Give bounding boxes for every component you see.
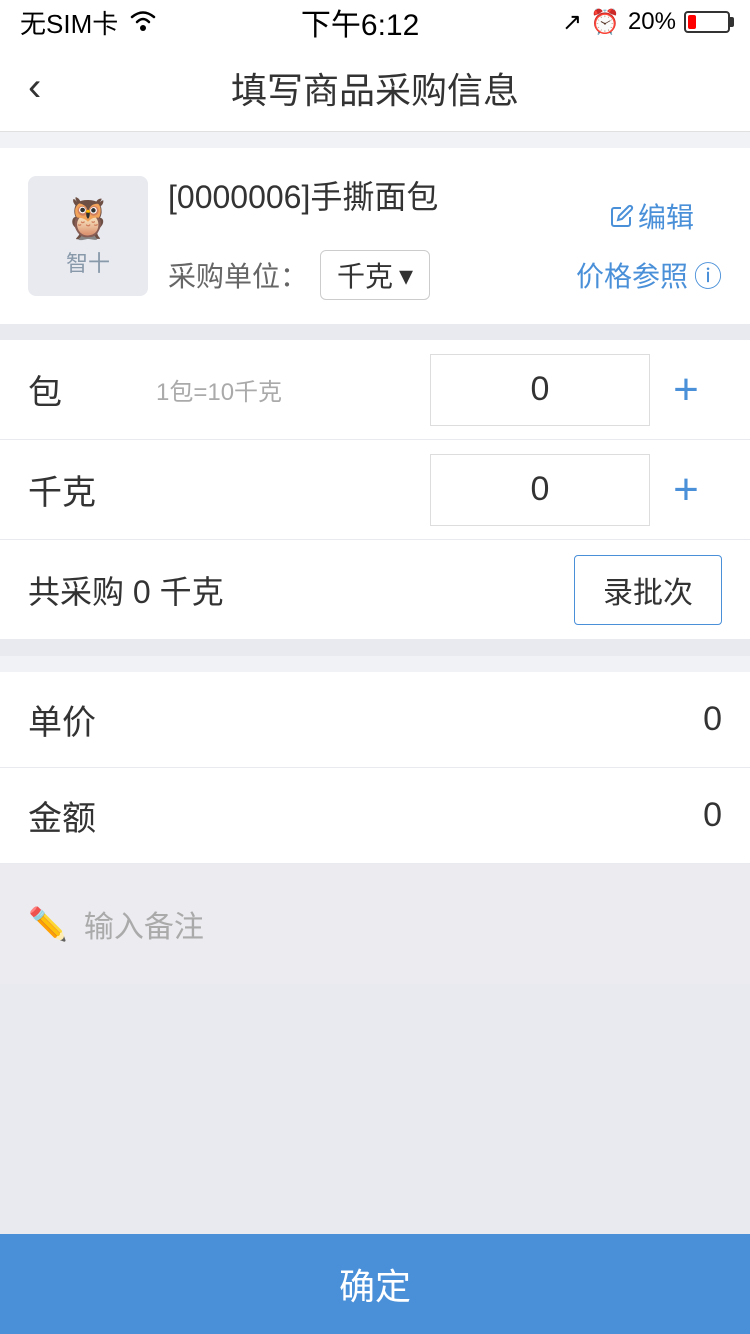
- product-top-row: [0000006]手撕面包 编辑: [168, 172, 722, 234]
- price-ref-label: 价格参照: [576, 255, 688, 295]
- status-time: 下午6:12: [301, 0, 419, 44]
- bag-input-row: 包 1包=10千克 +: [0, 340, 750, 440]
- status-left: 无SIM卡: [20, 4, 158, 41]
- kg-input[interactable]: [430, 454, 650, 526]
- status-bar: 无SIM卡 下午6:12 ↗ ⏰ 20%: [0, 0, 750, 44]
- unit-price-value: 0: [703, 700, 722, 739]
- confirm-button[interactable]: 确定: [0, 1234, 750, 1334]
- chevron-down-icon: ▾: [399, 259, 413, 292]
- bag-input[interactable]: [430, 354, 650, 426]
- section-divider-2: [0, 640, 750, 656]
- amount-row: 金额 0: [0, 768, 750, 864]
- product-name: [0000006]手撕面包: [168, 172, 438, 218]
- kg-input-row: 千克 +: [0, 440, 750, 540]
- unit-label: 采购单位：: [168, 255, 308, 295]
- bag-plus-button[interactable]: +: [650, 354, 722, 426]
- unit-value: 千克: [337, 255, 393, 295]
- summary-row: 共采购 0 千克 录批次: [0, 540, 750, 640]
- page-title: 填写商品采购信息: [231, 62, 519, 114]
- status-right: ↗ ⏰ 20%: [562, 8, 730, 37]
- pencil-icon: ✏️: [28, 905, 68, 943]
- battery-text: 20%: [628, 8, 676, 36]
- unit-row: 采购单位： 千克 ▾: [168, 250, 430, 300]
- unit-select[interactable]: 千克 ▾: [320, 250, 430, 300]
- amount-value: 0: [703, 796, 722, 835]
- section-divider-1: [0, 324, 750, 340]
- kg-plus-button[interactable]: +: [650, 454, 722, 526]
- product-logo-text: 智十: [63, 246, 113, 278]
- product-logo: 🦉: [63, 195, 113, 242]
- product-info: [0000006]手撕面包 编辑 采购单位： 千克 ▾ 价格参照 ⓘ: [168, 172, 722, 300]
- price-ref-button[interactable]: 价格参照 ⓘ: [576, 255, 722, 295]
- location-icon: ↗: [562, 8, 582, 37]
- product-card: 🦉 智十 [0000006]手撕面包 编辑 采购单位： 千克 ▾: [0, 148, 750, 324]
- wifi-icon: [128, 7, 158, 38]
- product-image: 🦉 智十: [28, 176, 148, 296]
- edit-button[interactable]: 编辑: [610, 196, 694, 236]
- help-icon: ⓘ: [694, 255, 722, 295]
- back-button[interactable]: ‹: [28, 65, 41, 110]
- pricing-section: 单价 0 金额 0: [0, 672, 750, 864]
- edit-label: 编辑: [638, 196, 694, 236]
- amount-label: 金额: [28, 791, 96, 840]
- input-section: 包 1包=10千克 + 千克 + 共采购 0 千克 录批次: [0, 340, 750, 640]
- bag-label: 包: [28, 365, 148, 414]
- carrier-text: 无SIM卡: [20, 4, 118, 41]
- bag-sublabel: 1包=10千克: [156, 372, 282, 407]
- notes-placeholder: 输入备注: [84, 902, 204, 946]
- battery-icon: [684, 11, 730, 33]
- kg-label: 千克: [28, 465, 148, 514]
- notes-section[interactable]: ✏️ 输入备注: [0, 864, 750, 984]
- unit-price-label: 单价: [28, 695, 96, 744]
- nav-bar: ‹ 填写商品采购信息: [0, 44, 750, 132]
- unit-price-row: 单价 0: [0, 672, 750, 768]
- record-batch-button[interactable]: 录批次: [574, 555, 722, 625]
- alarm-icon: ⏰: [590, 8, 620, 37]
- product-bottom-row: 采购单位： 千克 ▾ 价格参照 ⓘ: [168, 250, 722, 300]
- summary-text: 共采购 0 千克: [28, 567, 224, 613]
